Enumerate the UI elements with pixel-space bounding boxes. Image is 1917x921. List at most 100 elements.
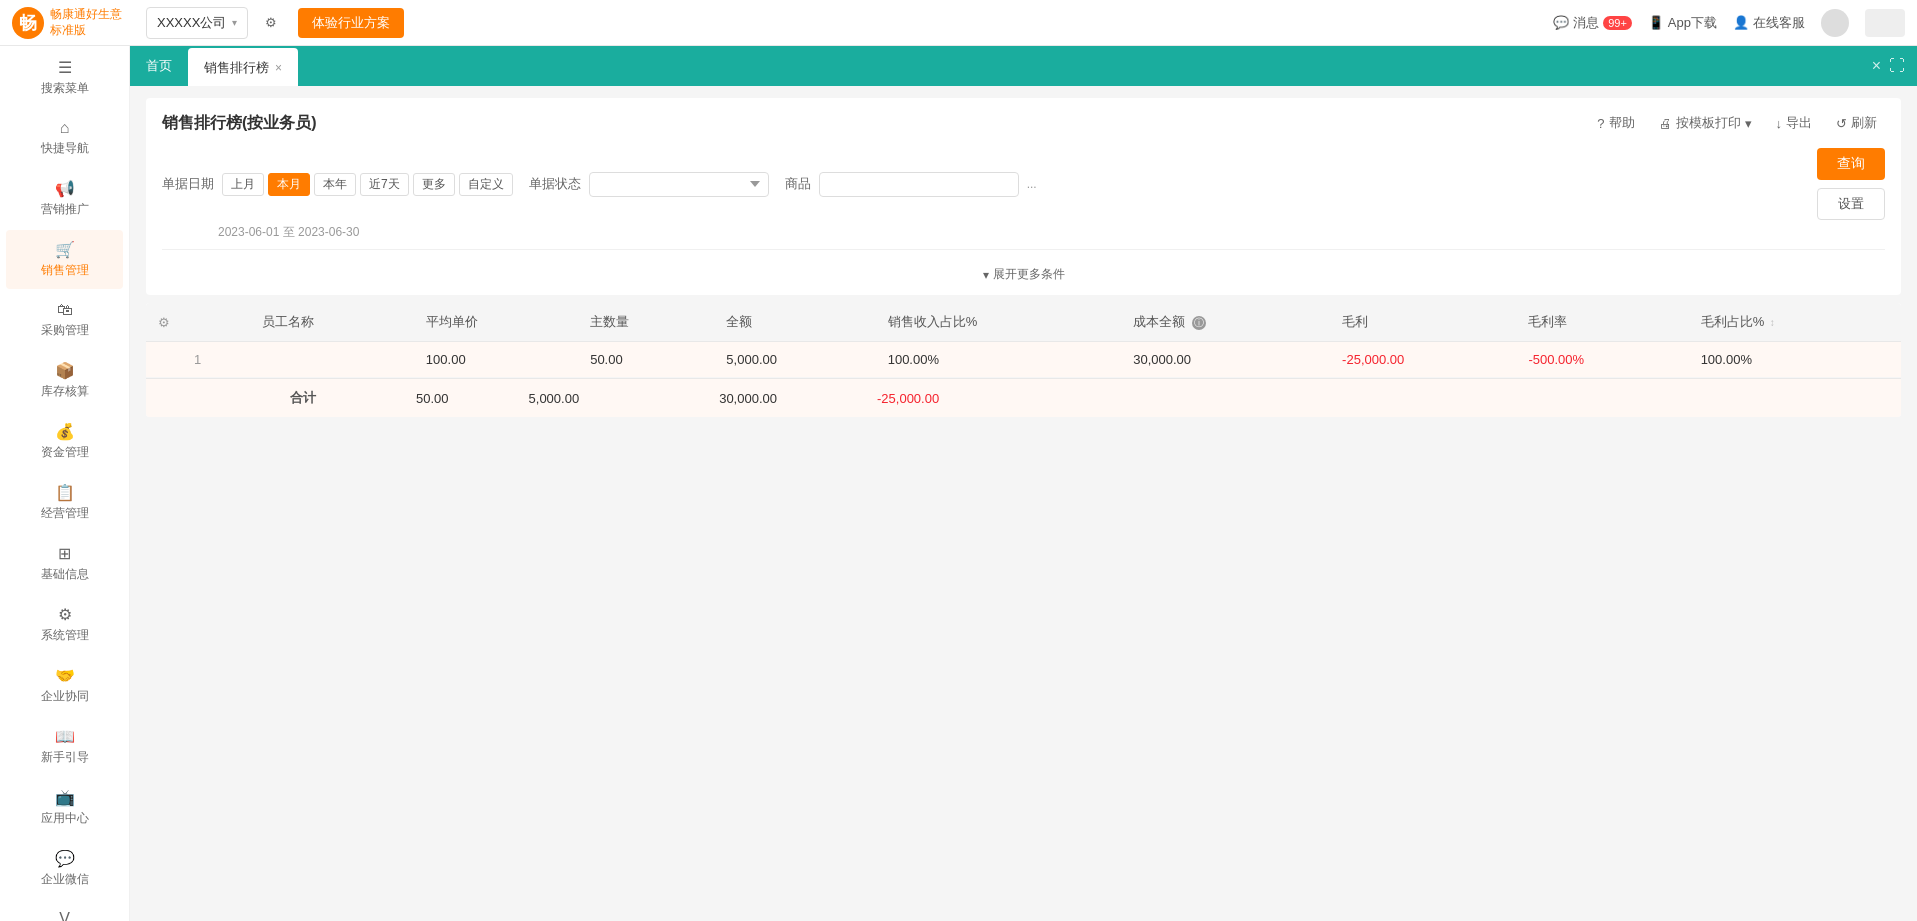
chevron-down-icon: ▾ — [232, 17, 237, 28]
sidebar-icon-10: 🤝 — [55, 666, 75, 685]
filter-row-1: 单据日期 上月 本月 本年 近7天 更多 自定义 — [162, 148, 1885, 220]
sidebar-item-14[interactable]: V畅会员 — [6, 900, 123, 921]
expand-conditions-button[interactable]: ▾ 展开更多条件 — [983, 266, 1065, 283]
goods-more-link[interactable]: ... — [1027, 177, 1037, 191]
sidebar-label-12: 应用中心 — [41, 810, 89, 827]
company-name: XXXXX公司 — [157, 14, 226, 32]
app-download-button[interactable]: 📱 App下载 — [1648, 14, 1717, 32]
tab-home[interactable]: 首页 — [130, 46, 188, 86]
avatar[interactable] — [1821, 9, 1849, 37]
row-rank-0: 1 — [182, 342, 250, 378]
col-gross-header: 毛利 — [1330, 303, 1516, 342]
sidebar-label-7: 经营管理 — [41, 505, 89, 522]
sidebar-item-8[interactable]: ⊞基础信息 — [6, 534, 123, 593]
sidebar-icon-1: ⌂ — [60, 119, 70, 137]
table-header-row: ⚙ 员工名称 平均单价 主数量 全额 销售收入占比% 成本全额 ⓘ — [146, 303, 1901, 342]
logo-text: 畅康通好生意 标准版 — [50, 7, 122, 38]
tab-close-icon[interactable]: × — [275, 61, 282, 75]
row-avg-price-0: 100.00 — [414, 342, 578, 378]
sidebar-item-11[interactable]: 📖 新手引导 — [6, 717, 123, 776]
data-table: ⚙ 员工名称 平均单价 主数量 全额 销售收入占比% 成本全额 ⓘ — [146, 303, 1901, 378]
online-service-button[interactable]: 👤 在线客服 — [1733, 14, 1805, 32]
company-selector[interactable]: XXXXX公司 ▾ — [146, 7, 248, 39]
sidebar-icon-13: 💬 — [55, 849, 75, 868]
col-gross-pct-header: 毛利占比% ↕ — [1689, 303, 1901, 342]
sidebar-label-13: 企业微信 — [41, 871, 89, 888]
date-btn-7days[interactable]: 近7天 — [360, 173, 409, 196]
help-button[interactable]: ? 帮助 — [1589, 110, 1642, 136]
trial-button[interactable]: 体验行业方案 — [298, 8, 404, 38]
sidebar-icon-14: V — [59, 910, 70, 921]
sidebar-item-1[interactable]: ⌂ 快捷导航 — [6, 109, 123, 167]
sidebar-item-13[interactable]: 💬 企业微信 — [6, 839, 123, 898]
date-btn-this-month[interactable]: 本月 — [268, 173, 310, 196]
content-area: 首页 销售排行榜 × × ⛶ 销售排行榜(按业务员) — [130, 46, 1917, 921]
sidebar-item-7[interactable]: 📋 经营管理 — [6, 473, 123, 532]
refresh-icon: ↺ — [1836, 116, 1847, 131]
topbar-settings-icon[interactable]: ⚙ — [256, 8, 286, 38]
logo-area: 畅 畅康通好生意 标准版 — [12, 7, 142, 39]
col-name-header: 员工名称 — [250, 303, 414, 342]
top-bar: 畅 畅康通好生意 标准版 XXXXX公司 ▾ ⚙ 体验行业方案 💬 消息 99+… — [0, 0, 1917, 46]
tab-close-window-icon[interactable]: × — [1872, 57, 1881, 75]
date-btn-last-month[interactable]: 上月 — [222, 173, 264, 196]
message-button[interactable]: 💬 消息 99+ — [1553, 14, 1632, 32]
setup-button[interactable]: 设置 — [1817, 188, 1885, 220]
sidebar-icon-11: 📖 — [55, 727, 75, 746]
col-gross-rate-header: 毛利率 — [1516, 303, 1688, 342]
template-print-button[interactable]: 🖨 按模板打印 ▾ — [1651, 110, 1760, 136]
sidebar-icon-12: 📺 — [55, 788, 75, 807]
tab-right-actions: × ⛶ — [1872, 57, 1917, 75]
sidebar-item-5[interactable]: 📦库存核算 — [6, 351, 123, 410]
refresh-button[interactable]: ↺ 刷新 — [1828, 110, 1885, 136]
sidebar-icon-7: 📋 — [55, 483, 75, 502]
row-settings-0[interactable] — [146, 342, 182, 378]
sidebar-item-3[interactable]: 🛒销售管理 — [6, 230, 123, 289]
date-btn-more[interactable]: 更多 — [413, 173, 455, 196]
col-settings-header[interactable]: ⚙ — [146, 303, 182, 342]
date-btn-this-year[interactable]: 本年 — [314, 173, 356, 196]
footer-cost: 30,000.00 — [719, 391, 777, 406]
sidebar-item-12[interactable]: 📺 应用中心 — [6, 778, 123, 837]
goods-input[interactable] — [819, 172, 1019, 197]
tab-maximize-icon[interactable]: ⛶ — [1889, 57, 1905, 75]
col-avg-price-header: 平均单价 — [414, 303, 578, 342]
page-title: 销售排行榜(按业务员) — [162, 113, 317, 134]
date-btn-custom[interactable]: 自定义 — [459, 173, 513, 196]
sidebar-label-3: 销售管理 — [41, 262, 89, 279]
sidebar-label-1: 快捷导航 — [41, 140, 89, 157]
print-dropdown-icon: ▾ — [1745, 116, 1752, 131]
sidebar-item-0[interactable]: ☰搜索菜单 — [6, 48, 123, 107]
sidebar-icon-2: 📢 — [55, 179, 75, 198]
page-header-section: 销售排行榜(按业务员) ? 帮助 🖨 按模板打印 ▾ — [146, 98, 1901, 295]
sidebar-item-10[interactable]: 🤝企业协同 — [6, 656, 123, 715]
date-buttons: 上月 本月 本年 近7天 更多 自定义 — [222, 173, 513, 196]
cost-info-icon[interactable]: ⓘ — [1192, 316, 1206, 330]
table-section: ⚙ 员工名称 平均单价 主数量 全额 销售收入占比% 成本全额 ⓘ — [146, 303, 1901, 417]
sidebar-item-4[interactable]: 🛍采购管理 — [6, 291, 123, 349]
goods-filter-label: 商品 — [785, 175, 811, 193]
main-area: ☰搜索菜单 ⌂ 快捷导航 📢营销推广🛒销售管理🛍采购管理📦库存核算💰资金管理 📋 经营管理… — [0, 46, 1917, 921]
sidebar-label-11: 新手引导 — [41, 749, 89, 766]
sidebar-item-6[interactable]: 💰资金管理 — [6, 412, 123, 471]
sidebar-item-2[interactable]: 📢营销推广 — [6, 169, 123, 228]
col-cost-header: 成本全额 ⓘ — [1121, 303, 1330, 342]
status-filter-label: 单据状态 — [529, 175, 581, 193]
status-select[interactable] — [589, 172, 769, 197]
sidebar-icon-5: 📦 — [55, 361, 75, 380]
sidebar-icon-9: ⚙ — [58, 605, 72, 624]
table-row: 1 100.00 50.00 5,000.00 100.00% 30,000.0… — [146, 342, 1901, 378]
row-quantity-0: 50.00 — [578, 342, 714, 378]
date-range-text: 2023-06-01 至 2023-06-30 — [218, 225, 359, 239]
row-total-0: 5,000.00 — [714, 342, 875, 378]
footer-label: 合计 — [290, 389, 316, 407]
export-button[interactable]: ↓ 导出 — [1768, 110, 1821, 136]
page-content: 销售排行榜(按业务员) ? 帮助 🖨 按模板打印 ▾ — [130, 86, 1917, 921]
tab-sales-ranking[interactable]: 销售排行榜 × — [188, 48, 298, 88]
print-icon: 🖨 — [1659, 116, 1672, 131]
query-button[interactable]: 查询 — [1817, 148, 1885, 180]
gross-pct-sort-icon[interactable]: ↕ — [1770, 317, 1775, 328]
date-filter-label: 单据日期 — [162, 175, 214, 193]
filter-area: 单据日期 上月 本月 本年 近7天 更多 自定义 — [146, 136, 1901, 295]
sidebar-item-9[interactable]: ⚙系统管理 — [6, 595, 123, 654]
